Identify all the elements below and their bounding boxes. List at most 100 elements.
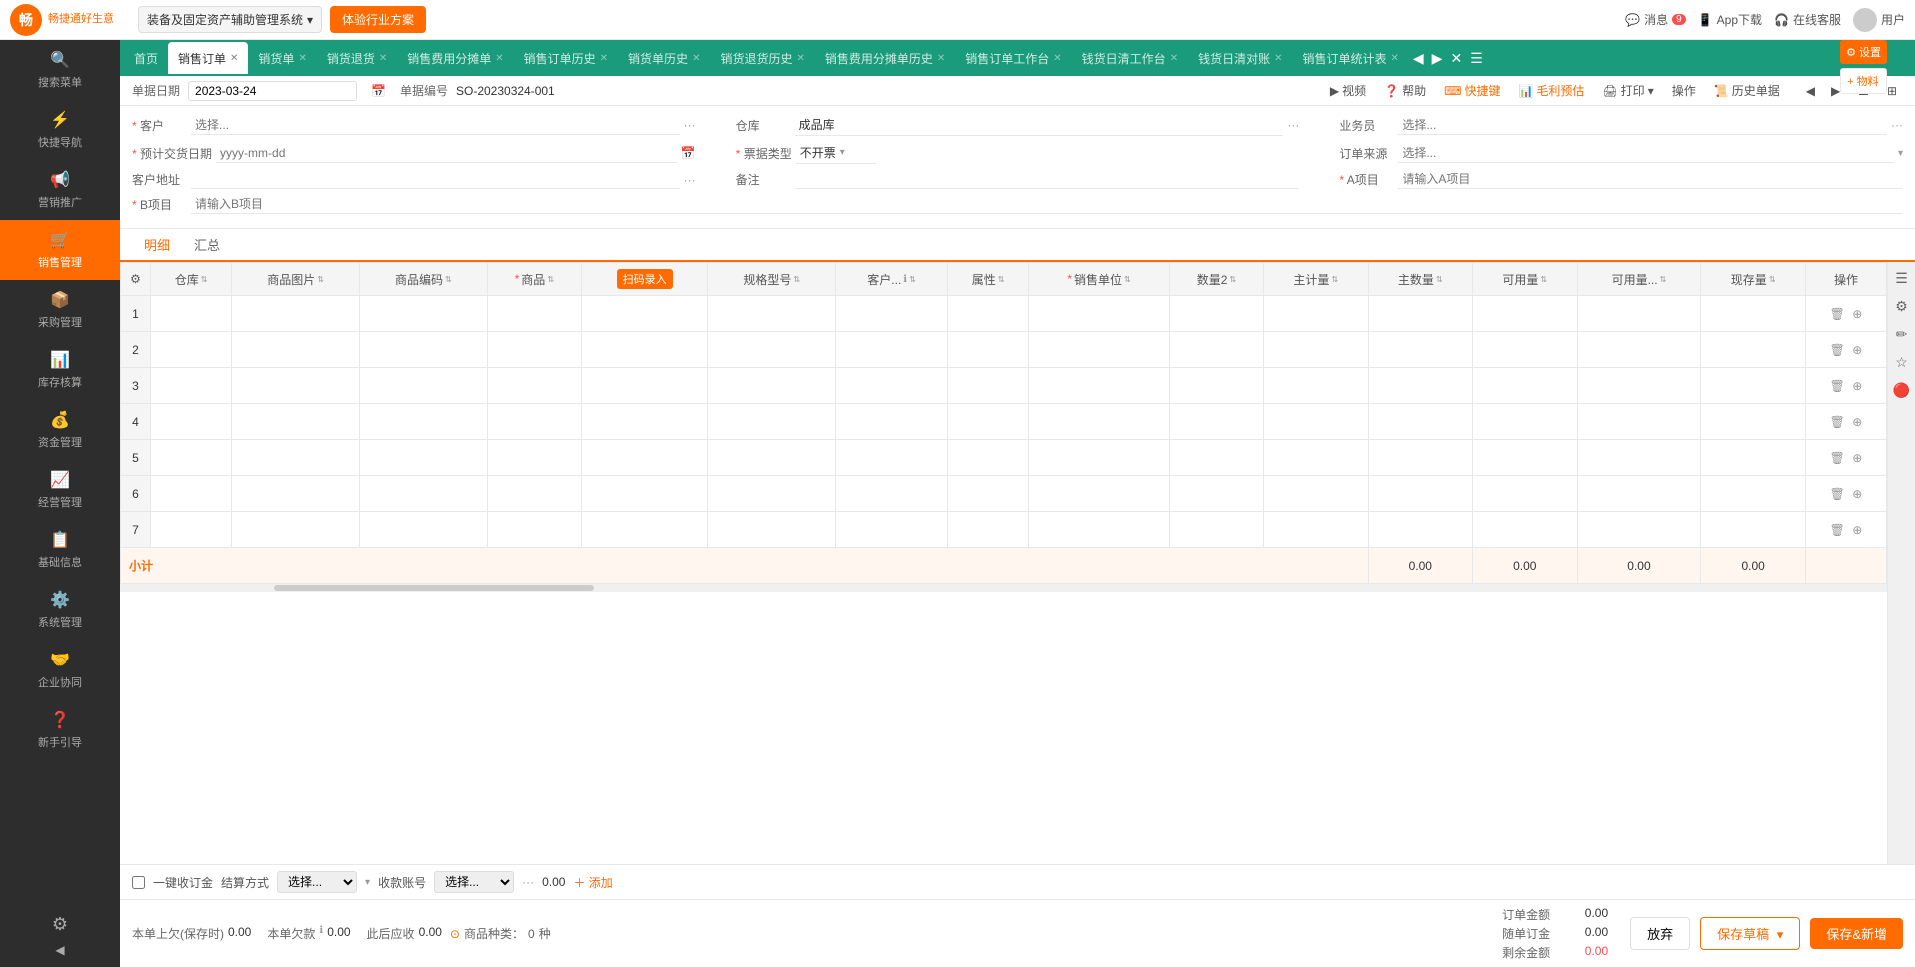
tab-close-icon-11[interactable]: ✕ (1274, 53, 1282, 64)
row-copy-icon-7[interactable]: ⊕ (1852, 523, 1862, 537)
row-qty2-1[interactable] (1169, 296, 1263, 332)
view-btn[interactable]: ▶ 视频 (1324, 80, 1372, 101)
a-project-input[interactable] (1398, 170, 1903, 189)
info-icon[interactable]: ℹ (903, 274, 907, 285)
draft-arrow-icon[interactable]: ▾ (1777, 927, 1784, 942)
tab-close-icon-12[interactable]: ✕ (1391, 53, 1399, 64)
shortcuts-btn[interactable]: ⌨ 快捷键 (1438, 80, 1506, 101)
row-main-qty-1[interactable] (1368, 296, 1472, 332)
right-panel-grid-icon[interactable]: ☰ (1890, 266, 1914, 290)
row-available-1[interactable] (1473, 296, 1577, 332)
tab-close-icon-9[interactable]: ✕ (1053, 53, 1061, 64)
row-copy-icon-2[interactable]: ⊕ (1852, 343, 1862, 357)
tab-order-history[interactable]: 销售订单历史 ✕ (514, 42, 618, 74)
operations-btn[interactable]: 操作 (1666, 80, 1702, 101)
tab-expense-history[interactable]: 销售费用分摊单历史 ✕ (815, 42, 955, 74)
row-unit-1[interactable] (1029, 296, 1170, 332)
row-copy-icon-4[interactable]: ⊕ (1852, 415, 1862, 429)
sort-icon-3[interactable]: ⇅ (445, 275, 452, 284)
sidebar-item-purchase[interactable]: 📦 采购管理 (0, 280, 120, 340)
sort-icon-8[interactable]: ⇅ (1124, 275, 1131, 284)
app-download-button[interactable]: 📱 App下载 (1698, 11, 1762, 28)
tab-daily-clear[interactable]: 钱货日清工作台 ✕ (1072, 42, 1188, 74)
message-button[interactable]: 💬 消息 9 (1625, 11, 1686, 28)
history-btn[interactable]: 📜 历史单据 (1708, 80, 1786, 101)
tab-close-icon-7[interactable]: ✕ (796, 53, 804, 64)
save-new-button[interactable]: 保存&新增 (1810, 918, 1903, 949)
tab-reconcile[interactable]: 钱货日清对账 ✕ (1188, 42, 1292, 74)
sidebar-item-finance[interactable]: 💰 资金管理 (0, 400, 120, 460)
sidebar-item-basic-info[interactable]: 📋 基础信息 (0, 520, 120, 580)
row-scan-1[interactable] (581, 296, 707, 332)
profit-btn[interactable]: 📊 毛利预估 (1512, 80, 1590, 101)
row-available2-1[interactable] (1577, 296, 1701, 332)
account-more-icon[interactable]: ··· (522, 875, 534, 889)
user-menu[interactable]: 用户 (1853, 8, 1905, 32)
warehouse-value[interactable]: 成品库 (795, 114, 1284, 136)
help-btn[interactable]: ❓ 帮助 (1378, 80, 1432, 101)
sidebar-item-inventory[interactable]: 📊 库存核算 (0, 340, 120, 400)
salesperson-more-icon[interactable]: ··· (1891, 118, 1903, 132)
row-delete-icon-5[interactable]: 🗑 (1830, 451, 1845, 465)
tab-prev-icon[interactable]: ◀ (1409, 50, 1428, 67)
sidebar-item-search[interactable]: 🔍 搜索菜单 (0, 40, 120, 100)
salesperson-input[interactable] (1398, 116, 1887, 135)
tab-close-icon-3[interactable]: ✕ (379, 53, 387, 64)
tab-close-icon-4[interactable]: ✕ (495, 53, 503, 64)
date-picker-icon[interactable]: 📅 (681, 146, 696, 160)
row-product-1[interactable] (487, 296, 581, 332)
row-main-unit-1[interactable] (1264, 296, 1368, 332)
calendar-icon[interactable]: 📅 (365, 82, 392, 100)
row-spec-1[interactable] (708, 296, 836, 332)
print-btn[interactable]: 🖨 打印 ▾ (1596, 80, 1659, 101)
row-delete-icon-2[interactable]: 🗑 (1830, 343, 1845, 357)
account-select[interactable]: 选择... (434, 871, 514, 893)
tab-order-workbench[interactable]: 销售订单工作台 ✕ (955, 42, 1071, 74)
industry-button[interactable]: 体验行业方案 (330, 6, 426, 33)
sort-icon[interactable]: ⇅ (201, 275, 208, 284)
tab-sales-return[interactable]: 销货退货 ✕ (317, 42, 397, 74)
row-stock-1[interactable] (1701, 296, 1805, 332)
nav-prev-icon[interactable]: ◀ (1800, 82, 1821, 100)
sort-icon-4[interactable]: ⇅ (547, 275, 554, 284)
sort-icon-14[interactable]: ⇅ (1769, 275, 1776, 284)
sub-tab-summary[interactable]: 汇总 (182, 229, 232, 262)
tab-home[interactable]: 首页 (124, 42, 168, 74)
sort-icon-5[interactable]: ⇅ (793, 275, 800, 284)
right-panel-alert-icon[interactable]: 🔴 (1890, 378, 1914, 402)
online-service-button[interactable]: 🎧 在线客服 (1774, 11, 1841, 28)
row-customer-code-1[interactable] (836, 296, 948, 332)
tab-invoice-history[interactable]: 销货单历史 ✕ (618, 42, 710, 74)
sort-icon-2[interactable]: ⇅ (317, 275, 324, 284)
tab-close-icon-8[interactable]: ✕ (937, 53, 945, 64)
order-source-input[interactable] (1398, 144, 1894, 163)
address-more-icon[interactable]: ··· (684, 173, 696, 187)
b-project-input[interactable] (191, 195, 1903, 214)
discard-button[interactable]: 放弃 (1630, 917, 1690, 950)
tab-close-icon-5[interactable]: ✕ (600, 53, 608, 64)
row-warehouse-1[interactable] (151, 296, 232, 332)
right-panel-star-icon[interactable]: ☆ (1890, 350, 1914, 374)
sort-icon-13[interactable]: ⇅ (1660, 275, 1667, 284)
horizontal-scrollbar[interactable] (274, 585, 594, 591)
row-copy-icon-3[interactable]: ⊕ (1852, 379, 1862, 393)
settings-bottom-icon[interactable]: ⚙ (52, 914, 68, 935)
tab-menu-icon[interactable]: ☰ (1466, 50, 1487, 67)
customer-input[interactable] (191, 116, 680, 135)
row-delete-icon-1[interactable]: 🗑 (1830, 307, 1845, 321)
row-copy-icon-6[interactable]: ⊕ (1852, 487, 1862, 501)
sidebar-item-system[interactable]: ⚙️ 系统管理 (0, 580, 120, 640)
row-delete-icon-7[interactable]: 🗑 (1830, 523, 1845, 537)
sidebar-item-quicknav[interactable]: ⚡ 快捷导航 (0, 100, 120, 160)
address-input[interactable] (191, 170, 680, 189)
info-icon-2[interactable]: ℹ (319, 925, 323, 942)
right-panel-settings-icon[interactable]: ⚙ (1890, 294, 1914, 318)
row-delete-icon-3[interactable]: 🗑 (1830, 379, 1845, 393)
sort-icon-9[interactable]: ⇅ (1229, 275, 1236, 284)
row-delete-icon-6[interactable]: 🗑 (1830, 487, 1845, 501)
row-copy-icon-5[interactable]: ⊕ (1852, 451, 1862, 465)
customer-more-icon[interactable]: ··· (684, 118, 696, 132)
tab-expense-split[interactable]: 销售费用分摊单 ✕ (397, 42, 513, 74)
sort-icon-10[interactable]: ⇅ (1331, 275, 1338, 284)
tab-next-icon[interactable]: ▶ (1428, 50, 1447, 67)
